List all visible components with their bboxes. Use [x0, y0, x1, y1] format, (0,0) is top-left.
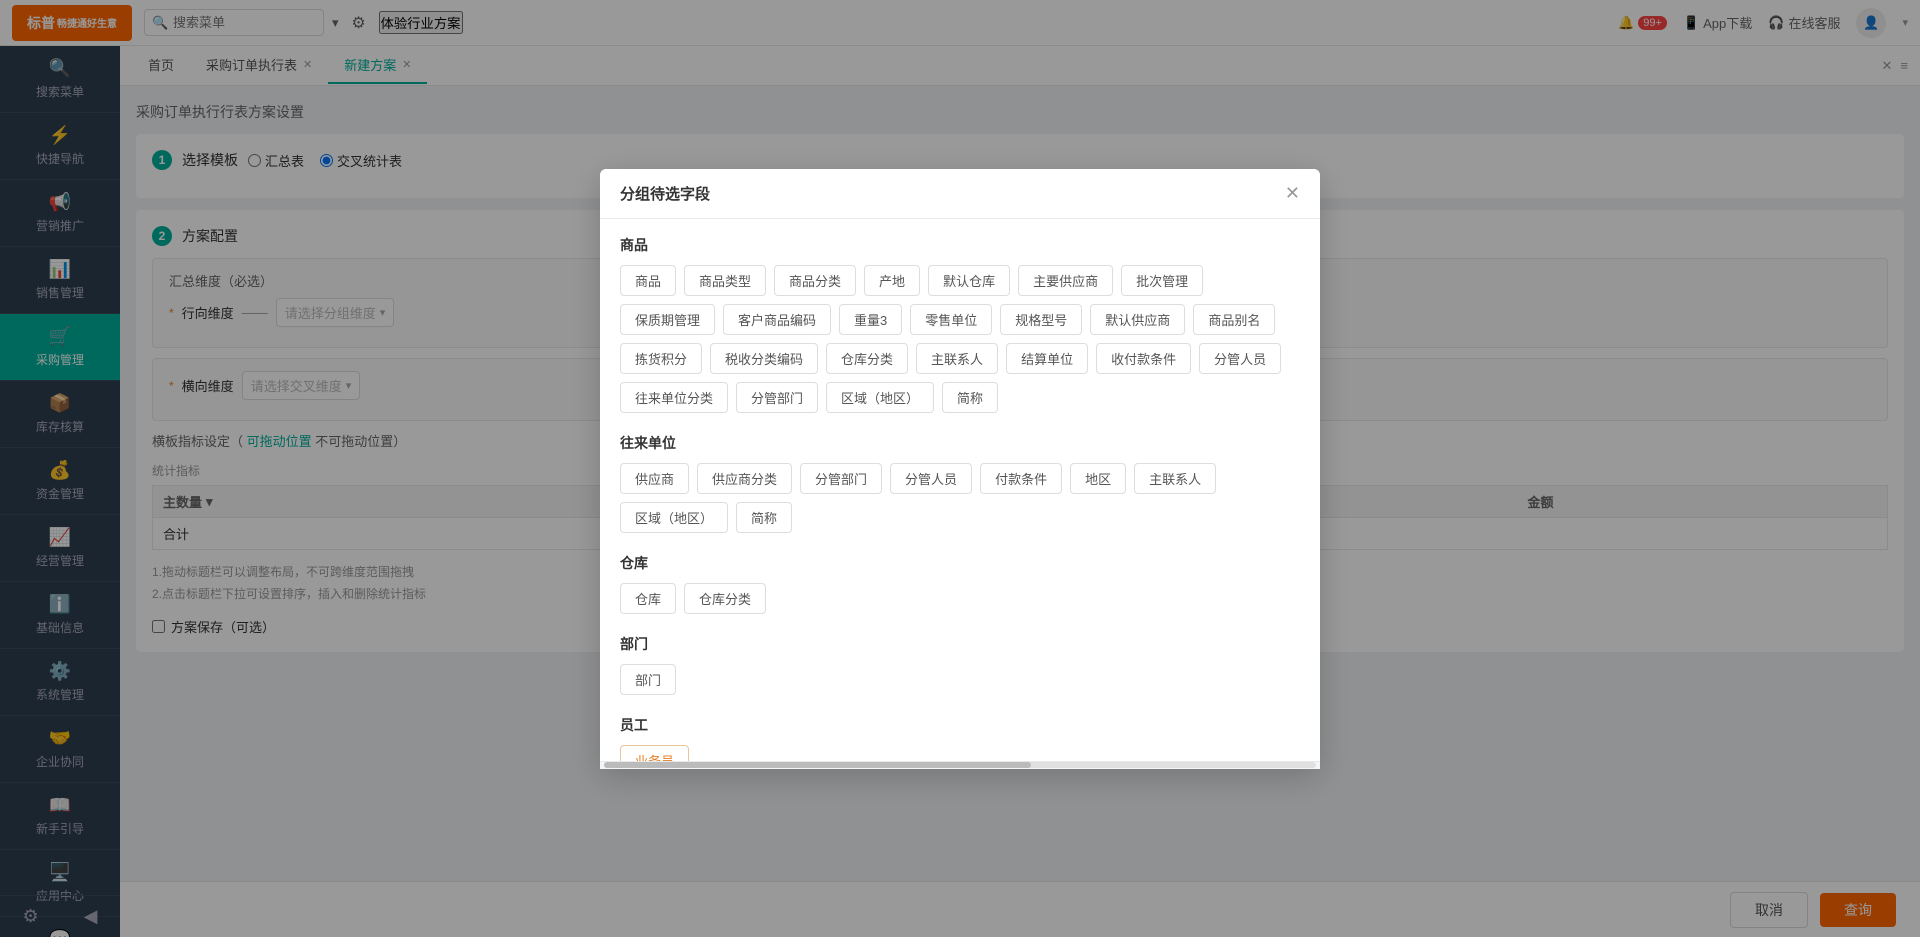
hscroll-thumb: [604, 762, 1031, 768]
field-salesperson[interactable]: 业务员: [620, 745, 689, 761]
field-default-supplier[interactable]: 默认供应商: [1090, 304, 1185, 335]
field-short-name-partner[interactable]: 简称: [736, 502, 792, 533]
field-retail-unit[interactable]: 零售单位: [910, 304, 992, 335]
modal-close-btn[interactable]: ✕: [1285, 184, 1300, 202]
section-staff-title: 员工: [620, 715, 1300, 735]
section-products: 商品 商品 商品类型 商品分类 产地 默认仓库 主要供应商 批次管理 保质期管理…: [620, 235, 1300, 413]
section-products-title: 商品: [620, 235, 1300, 255]
field-main-contact-partner[interactable]: 主联系人: [1134, 463, 1216, 494]
field-default-warehouse[interactable]: 默认仓库: [928, 265, 1010, 296]
field-product[interactable]: 商品: [620, 265, 676, 296]
field-short-name-product[interactable]: 简称: [942, 382, 998, 413]
field-product-type[interactable]: 商品类型: [684, 265, 766, 296]
partner-fields: 供应商 供应商分类 分管部门 分管人员 付款条件 地区 主联系人 区域（地区） …: [620, 463, 1300, 533]
field-supervisor-partner[interactable]: 分管人员: [890, 463, 972, 494]
modal: 分组待选字段 ✕ 商品 商品 商品类型 商品分类 产地 默认仓库 主要供应商 批…: [600, 169, 1320, 769]
modal-body: 商品 商品 商品类型 商品分类 产地 默认仓库 主要供应商 批次管理 保质期管理…: [600, 219, 1320, 761]
staff-fields: 业务员: [620, 745, 1300, 761]
field-product-category[interactable]: 商品分类: [774, 265, 856, 296]
field-spec-model[interactable]: 规格型号: [1000, 304, 1082, 335]
field-dept-sup[interactable]: 分管部门: [736, 382, 818, 413]
product-fields: 商品 商品类型 商品分类 产地 默认仓库 主要供应商 批次管理 保质期管理 客户…: [620, 265, 1300, 413]
field-settlement-unit[interactable]: 结算单位: [1006, 343, 1088, 374]
section-dept-title: 部门: [620, 634, 1300, 654]
field-pick-points[interactable]: 拣货积分: [620, 343, 702, 374]
field-dept-partner[interactable]: 分管部门: [800, 463, 882, 494]
field-region-partner[interactable]: 地区: [1070, 463, 1126, 494]
field-tax-code[interactable]: 税收分类编码: [710, 343, 818, 374]
section-staff: 员工 业务员: [620, 715, 1300, 761]
field-product-alias[interactable]: 商品别名: [1193, 304, 1275, 335]
field-dept[interactable]: 部门: [620, 664, 676, 695]
warehouse-fields: 仓库 仓库分类: [620, 583, 1300, 614]
section-warehouse-title: 仓库: [620, 553, 1300, 573]
modal-overlay[interactable]: 分组待选字段 ✕ 商品 商品 商品类型 商品分类 产地 默认仓库 主要供应商 批…: [0, 0, 1920, 937]
field-payment-cond[interactable]: 付款条件: [980, 463, 1062, 494]
section-warehouse: 仓库 仓库 仓库分类: [620, 553, 1300, 614]
section-dept: 部门 部门: [620, 634, 1300, 695]
field-weight3[interactable]: 重量3: [839, 304, 902, 335]
field-warehouse-category[interactable]: 仓库分类: [826, 343, 908, 374]
field-supplier[interactable]: 供应商: [620, 463, 689, 494]
modal-title: 分组待选字段: [620, 183, 710, 204]
field-payment-terms[interactable]: 收付款条件: [1096, 343, 1191, 374]
field-warehouse[interactable]: 仓库: [620, 583, 676, 614]
dept-fields: 部门: [620, 664, 1300, 695]
field-supplier-category[interactable]: 供应商分类: [697, 463, 792, 494]
field-origin[interactable]: 产地: [864, 265, 920, 296]
field-main-contact[interactable]: 主联系人: [916, 343, 998, 374]
hscroll-track: [604, 762, 1316, 768]
field-supervisor[interactable]: 分管人员: [1199, 343, 1281, 374]
section-partners-title: 往来单位: [620, 433, 1300, 453]
field-customer-code[interactable]: 客户商品编码: [723, 304, 831, 335]
field-region-product[interactable]: 区域（地区）: [826, 382, 934, 413]
modal-header: 分组待选字段 ✕: [600, 169, 1320, 219]
field-batch-management[interactable]: 批次管理: [1121, 265, 1203, 296]
field-region-partner2[interactable]: 区域（地区）: [620, 502, 728, 533]
field-warehouse-cat[interactable]: 仓库分类: [684, 583, 766, 614]
field-partner-category[interactable]: 往来单位分类: [620, 382, 728, 413]
field-expiry-management[interactable]: 保质期管理: [620, 304, 715, 335]
field-main-supplier[interactable]: 主要供应商: [1018, 265, 1113, 296]
section-partners: 往来单位 供应商 供应商分类 分管部门 分管人员 付款条件 地区 主联系人 区域…: [620, 433, 1300, 533]
modal-hscrollbar[interactable]: [600, 761, 1320, 769]
